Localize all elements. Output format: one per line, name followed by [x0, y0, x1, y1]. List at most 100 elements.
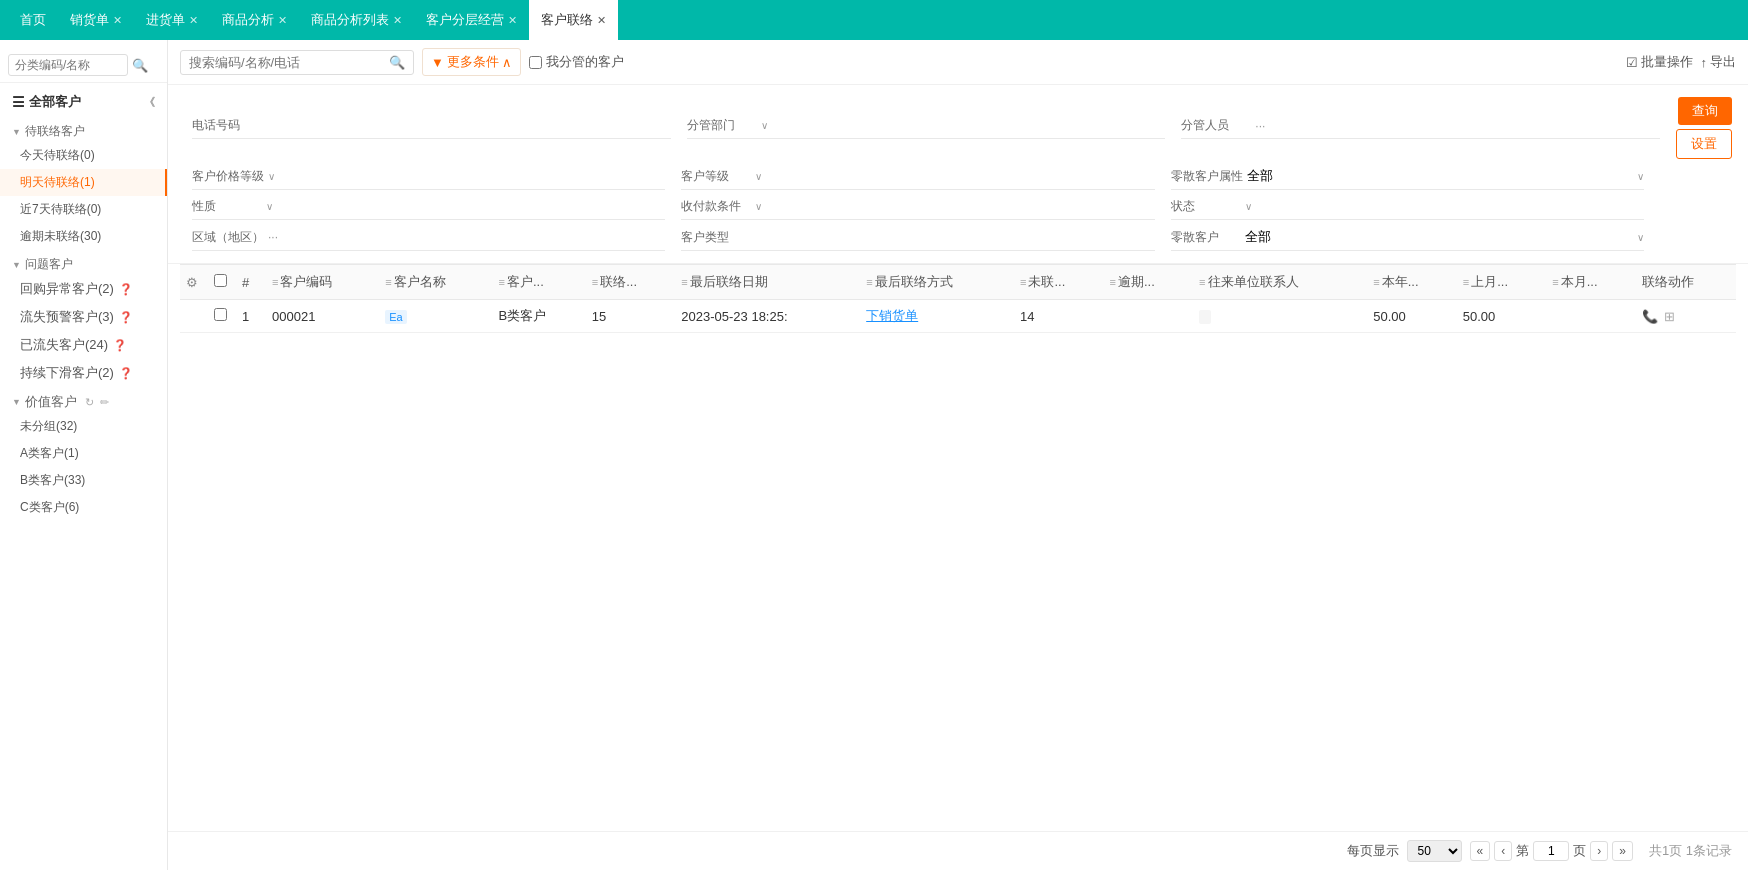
row-contact: 15 — [586, 300, 676, 333]
th-contact: ≡联络... — [586, 265, 676, 300]
grid-action-icon[interactable]: ⊞ — [1664, 309, 1675, 324]
sidebar-search-input[interactable] — [8, 54, 128, 76]
sidebar: 🔍 ☰ 全部客户 《 待联络客户 今天待联络(0) 明天待联络(1) 近7天待联… — [0, 40, 168, 870]
filter-panel: 电话号码 分管部门 ∨ 分管人员 ··· 查询 设置 客户价格等级 — [168, 85, 1748, 264]
payment-arrow-icon[interactable]: ∨ — [755, 201, 762, 212]
filter-status: 状态 ∨ — [1171, 198, 1644, 220]
close-customer-contact[interactable]: ✕ — [597, 14, 606, 27]
retail-customer-arrow-icon[interactable]: ∨ — [1637, 232, 1644, 243]
my-customers-checkbox-wrap[interactable]: 我分管的客户 — [529, 53, 624, 71]
nav-product-analysis[interactable]: 商品分析 ✕ — [210, 0, 299, 40]
sidebar-search-icon[interactable]: 🔍 — [132, 58, 148, 73]
region-dots-icon[interactable]: ··· — [268, 230, 278, 244]
sidebar-item-overdue-pending[interactable]: 逾期未联络(30) — [0, 223, 167, 250]
close-purchase-order[interactable]: ✕ — [189, 14, 198, 27]
retail-attr-label: 零散客户属性 — [1171, 168, 1243, 185]
th-overdue: ≡逾期... — [1104, 265, 1194, 300]
th-type: ≡客户... — [493, 265, 586, 300]
retail-attr-arrow-icon[interactable]: ∨ — [1637, 171, 1644, 182]
last-page-btn[interactable]: » — [1612, 841, 1633, 861]
set-btn[interactable]: 设置 — [1676, 129, 1732, 159]
prev-page-btn[interactable]: ‹ — [1494, 841, 1512, 861]
last-contact-way-link[interactable]: 下销货单 — [866, 308, 918, 323]
sidebar-item-today-pending[interactable]: 今天待联络(0) — [0, 142, 167, 169]
filter-manager: 分管人员 ··· — [1181, 117, 1660, 139]
total-records: 共1页 1条记录 — [1649, 842, 1732, 860]
sidebar-item-7days-pending[interactable]: 近7天待联络(0) — [0, 196, 167, 223]
nav-purchase-order[interactable]: 进货单 ✕ — [134, 0, 210, 40]
price-grade-arrow-icon[interactable]: ∨ — [268, 171, 275, 182]
help-icon-churn[interactable]: ❓ — [119, 311, 133, 323]
filter-chevron-icon: ∧ — [502, 55, 512, 70]
export-icon: ↑ — [1701, 55, 1708, 70]
action-icons: 📞 ⊞ — [1642, 309, 1730, 324]
main-search-input[interactable] — [189, 55, 389, 70]
sidebar-item-churned[interactable]: 已流失客户(24) ❓ — [0, 331, 167, 359]
row-name: Ea — [379, 300, 492, 333]
help-icon-declining[interactable]: ❓ — [119, 367, 133, 379]
th-this-year: ≡本年... — [1367, 265, 1457, 300]
manager-dots-icon[interactable]: ··· — [1255, 119, 1265, 133]
page-nav: « ‹ 第 页 › » — [1470, 841, 1633, 861]
row-last-contact-date: 2023-05-23 18:25: — [675, 300, 860, 333]
help-icon-repurchase[interactable]: ❓ — [119, 283, 133, 295]
row-checkbox[interactable] — [214, 308, 227, 321]
close-product-analysis[interactable]: ✕ — [278, 14, 287, 27]
batch-operation-btn[interactable]: ☑ 批量操作 — [1626, 53, 1693, 71]
filter-row-2: 客户价格等级 ∨ 客户等级 ∨ 零散客户属性 全部 ∨ — [184, 163, 1732, 194]
sidebar-item-class-a[interactable]: A类客户(1) — [0, 440, 167, 467]
sidebar-item-declining[interactable]: 持续下滑客户(2) ❓ — [0, 359, 167, 387]
sidebar-item-tomorrow-pending[interactable]: 明天待联络(1) — [0, 169, 167, 196]
query-btn[interactable]: 查询 — [1678, 97, 1732, 125]
value-refresh-icon[interactable]: ↻ — [85, 396, 94, 409]
select-all-checkbox[interactable] — [214, 274, 227, 287]
sidebar-item-repurchase-anomaly[interactable]: 回购异常客户(2) ❓ — [0, 275, 167, 303]
sidebar-item-class-c[interactable]: C类客户(6) — [0, 494, 167, 521]
filter-row-1: 电话号码 分管部门 ∨ 分管人员 ··· 查询 设置 — [184, 93, 1732, 163]
phone-action-icon[interactable]: 📞 — [1642, 309, 1658, 324]
per-page-select[interactable]: 50 100 200 — [1407, 840, 1462, 862]
sidebar-item-class-b[interactable]: B类客户(33) — [0, 467, 167, 494]
close-product-analysis-list[interactable]: ✕ — [393, 14, 402, 27]
customer-name-tag: Ea — [385, 310, 406, 324]
first-page-btn[interactable]: « — [1470, 841, 1491, 861]
row-index: 1 — [236, 300, 266, 333]
nature-label: 性质 — [192, 198, 262, 215]
sidebar-all-customers[interactable]: ☰ 全部客户 《 — [0, 87, 167, 117]
sidebar-item-churn-warning[interactable]: 流失预警客户(3) ❓ — [0, 303, 167, 331]
close-customer-tier[interactable]: ✕ — [508, 14, 517, 27]
table-gear-icon[interactable]: ⚙ — [186, 275, 198, 290]
next-page-btn[interactable]: › — [1590, 841, 1608, 861]
sidebar-collapse-icon[interactable]: 《 — [144, 95, 155, 110]
nav-customer-contact[interactable]: 客户联络 ✕ — [529, 0, 618, 40]
th-this-month: ≡本月... — [1546, 265, 1636, 300]
help-icon-churned[interactable]: ❓ — [113, 339, 127, 351]
filter-customer-grade: 客户等级 ∨ — [681, 168, 1154, 190]
dept-arrow-icon[interactable]: ∨ — [761, 120, 768, 131]
pagination: 每页显示 50 100 200 « ‹ 第 页 › » 共1页 1条记录 — [168, 831, 1748, 870]
main-search-icon[interactable]: 🔍 — [389, 55, 405, 70]
th-name: ≡客户名称 — [379, 265, 492, 300]
status-label: 状态 — [1171, 198, 1241, 215]
unit-contact-tag — [1199, 310, 1211, 324]
table-header-row: ⚙ # ≡客户编码 ≡客户名称 ≡客户... — [180, 265, 1736, 300]
nav-sales-order[interactable]: 销货单 ✕ — [58, 0, 134, 40]
th-unit-contact: ≡往来单位联系人 — [1193, 265, 1367, 300]
dept-label: 分管部门 — [687, 117, 757, 134]
page-number-input[interactable] — [1533, 841, 1569, 861]
close-sales-order[interactable]: ✕ — [113, 14, 122, 27]
th-no-contact: ≡未联... — [1014, 265, 1104, 300]
customer-table: ⚙ # ≡客户编码 ≡客户名称 ≡客户... — [180, 264, 1736, 333]
more-filter-btn[interactable]: ▼ 更多条件 ∧ — [422, 48, 521, 76]
sidebar-item-ungrouped[interactable]: 未分组(32) — [0, 413, 167, 440]
th-action: 联络动作 — [1636, 265, 1736, 300]
my-customers-checkbox[interactable] — [529, 56, 542, 69]
value-edit-icon[interactable]: ✏ — [100, 396, 109, 409]
nav-product-analysis-list[interactable]: 商品分析列表 ✕ — [299, 0, 414, 40]
nature-arrow-icon[interactable]: ∨ — [266, 201, 273, 212]
customer-grade-arrow-icon[interactable]: ∨ — [755, 171, 762, 182]
nav-customer-tier[interactable]: 客户分层经营 ✕ — [414, 0, 529, 40]
status-arrow-icon[interactable]: ∨ — [1245, 201, 1252, 212]
nav-home[interactable]: 首页 — [8, 0, 58, 40]
export-btn[interactable]: ↑ 导出 — [1701, 53, 1737, 71]
